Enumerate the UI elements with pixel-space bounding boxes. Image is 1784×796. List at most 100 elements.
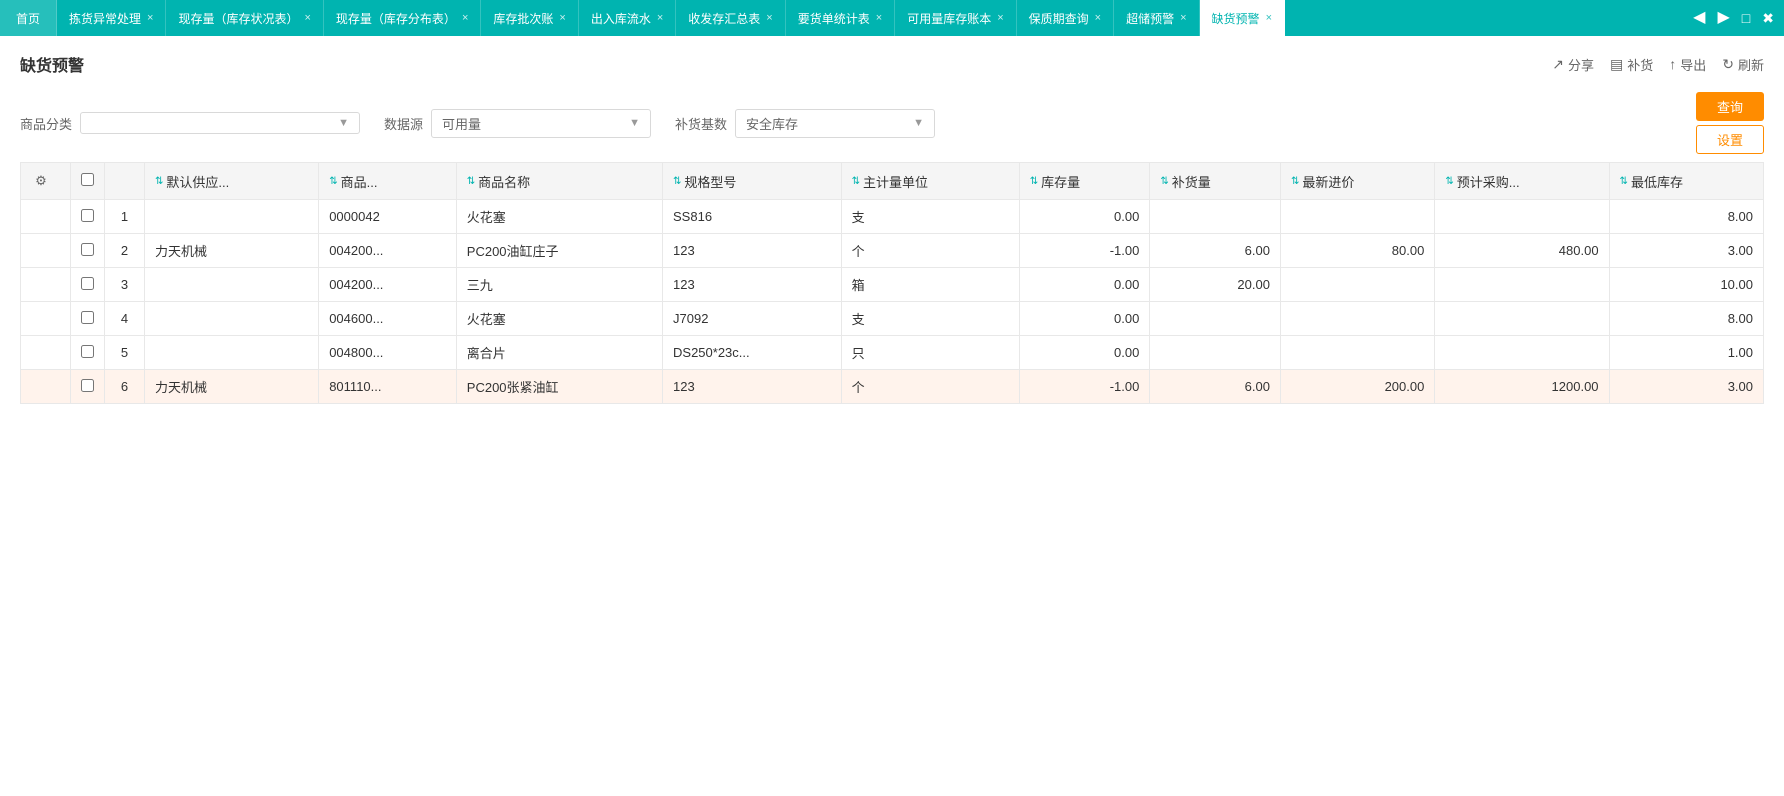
replenish-base-label: 补货基数 — [675, 114, 727, 133]
tab-expiry-query[interactable]: 保质期查询 × — [1017, 0, 1114, 36]
nav-window-btn[interactable]: □ — [1736, 0, 1756, 36]
tab-inventory-status[interactable]: 现存量（库存状况表） × — [166, 0, 323, 36]
row-code-cell: 004600... — [319, 302, 457, 336]
row-minstock-cell: 8.00 — [1609, 200, 1763, 234]
close-tab-expiry-query[interactable]: × — [1095, 12, 1101, 24]
row-spec-cell: 123 — [663, 268, 842, 302]
row-unit-cell: 个 — [841, 234, 1019, 268]
row-num-cell: 5 — [105, 336, 145, 370]
row-spec-cell: 123 — [663, 234, 842, 268]
close-tab-batch-account[interactable]: × — [559, 12, 565, 24]
row-checkbox-cell[interactable] — [71, 234, 105, 268]
close-tab-inout-flow[interactable]: × — [657, 12, 663, 24]
share-action[interactable]: ↗ 分享 — [1552, 55, 1594, 74]
filter-buttons: 查询 设置 — [1696, 92, 1764, 154]
col-supplier-header[interactable]: ⇅ 默认供应... — [145, 163, 319, 200]
row-checkbox-cell[interactable] — [71, 336, 105, 370]
sort-estpurchase-icon: ⇅ — [1445, 176, 1453, 187]
row-estpurchase-cell: 1200.00 — [1435, 370, 1609, 404]
page-title: 缺货预警 — [20, 52, 1552, 76]
tab-inventory-dist[interactable]: 现存量（库存分布表） × — [324, 0, 481, 36]
row-checkbox-cell[interactable] — [71, 302, 105, 336]
row-price-cell: 80.00 — [1280, 234, 1434, 268]
replenish-action[interactable]: ▤ 补货 — [1610, 55, 1653, 74]
row-gear-cell — [21, 268, 71, 302]
col-stock-header[interactable]: ⇅ 库存量 — [1019, 163, 1150, 200]
data-table: ⚙ ⇅ 默认供应... ⇅ 商品... — [20, 162, 1764, 404]
tab-home[interactable]: 首页 — [0, 0, 57, 36]
refresh-action[interactable]: ↻ 刷新 — [1722, 55, 1764, 74]
tab-shortage[interactable]: 缺货预警 × — [1200, 0, 1285, 36]
col-product-code-header[interactable]: ⇅ 商品... — [319, 163, 457, 200]
close-tab-order-stat[interactable]: × — [876, 12, 882, 24]
tab-batch-account[interactable]: 库存批次账 × — [481, 0, 578, 36]
close-tab-available-ledger[interactable]: × — [997, 12, 1003, 24]
tab-exception[interactable]: 拣货异常处理 × — [57, 0, 166, 36]
tab-order-stat[interactable]: 要货单统计表 × — [786, 0, 895, 36]
header-row: ⚙ ⇅ 默认供应... ⇅ 商品... — [21, 163, 1764, 200]
query-button[interactable]: 查询 — [1696, 92, 1764, 121]
row-replenish-cell — [1150, 200, 1281, 234]
col-spec-header[interactable]: ⇅ 规格型号 — [663, 163, 842, 200]
tab-inout-flow[interactable]: 出入库流水 × — [579, 0, 676, 36]
col-unit-header[interactable]: ⇅ 主计量单位 — [841, 163, 1019, 200]
row-name-cell: PC200张紧油缸 — [456, 370, 662, 404]
close-tab-shortage[interactable]: × — [1266, 12, 1272, 24]
row-checkbox[interactable] — [81, 379, 94, 392]
col-product-name-header[interactable]: ⇅ 商品名称 — [456, 163, 662, 200]
datasource-filter-label: 数据源 — [384, 114, 423, 133]
row-price-cell: 200.00 — [1280, 370, 1434, 404]
row-checkbox[interactable] — [81, 209, 94, 222]
table-settings-icon[interactable]: ⚙ — [31, 171, 51, 191]
row-checkbox[interactable] — [81, 243, 94, 256]
col-replenish-header[interactable]: ⇅ 补货量 — [1150, 163, 1281, 200]
table-row: 2 力天机械 004200... PC200油缸庄子 123 个 -1.00 6… — [21, 234, 1764, 268]
row-stock-cell: -1.00 — [1019, 234, 1150, 268]
row-checkbox[interactable] — [81, 345, 94, 358]
row-price-cell — [1280, 336, 1434, 370]
row-checkbox[interactable] — [81, 311, 94, 324]
settings-button[interactable]: 设置 — [1696, 125, 1764, 154]
col-checkbox-header — [71, 163, 105, 200]
row-replenish-cell: 6.00 — [1150, 234, 1281, 268]
sort-stock-icon: ⇅ — [1030, 176, 1038, 187]
row-name-cell: 火花塞 — [456, 302, 662, 336]
nav-controls: ◀ ▶ □ ✖ — [1687, 0, 1784, 36]
close-tab-inventory-dist[interactable]: × — [462, 12, 468, 24]
row-unit-cell: 支 — [841, 302, 1019, 336]
tab-available-ledger[interactable]: 可用量库存账本 × — [895, 0, 1016, 36]
header-actions: ↗ 分享 ▤ 补货 ↑ 导出 ↻ 刷新 — [1552, 55, 1764, 74]
close-tab-inventory-status[interactable]: × — [304, 12, 310, 24]
close-tab-exception[interactable]: × — [147, 12, 153, 24]
table-header: ⚙ ⇅ 默认供应... ⇅ 商品... — [21, 163, 1764, 200]
row-minstock-cell: 10.00 — [1609, 268, 1763, 302]
category-select[interactable]: ▼ — [80, 112, 360, 134]
col-latest-price-header[interactable]: ⇅ 最新进价 — [1280, 163, 1434, 200]
col-min-stock-header[interactable]: ⇅ 最低库存 — [1609, 163, 1763, 200]
col-est-purchase-header[interactable]: ⇅ 预计采购... — [1435, 163, 1609, 200]
export-action[interactable]: ↑ 导出 — [1669, 55, 1706, 74]
row-num-cell: 2 — [105, 234, 145, 268]
row-checkbox[interactable] — [81, 277, 94, 290]
row-gear-cell — [21, 336, 71, 370]
datasource-select[interactable]: 可用量 ▼ — [431, 109, 651, 138]
tab-overstock[interactable]: 超储预警 × — [1114, 0, 1199, 36]
row-replenish-cell — [1150, 302, 1281, 336]
close-tab-receipt-summary[interactable]: × — [766, 12, 772, 24]
row-checkbox-cell[interactable] — [71, 200, 105, 234]
row-checkbox-cell[interactable] — [71, 268, 105, 302]
row-checkbox-cell[interactable] — [71, 370, 105, 404]
replenish-base-select[interactable]: 安全库存 ▼ — [735, 109, 935, 138]
refresh-icon: ↻ — [1722, 56, 1734, 73]
col-gear: ⚙ — [21, 163, 71, 200]
nav-next-btn[interactable]: ▶ — [1711, 0, 1735, 36]
nav-prev-btn[interactable]: ◀ — [1687, 0, 1711, 36]
tab-receipt-summary[interactable]: 收发存汇总表 × — [676, 0, 785, 36]
row-spec-cell: 123 — [663, 370, 842, 404]
row-supplier-cell: 力天机械 — [145, 234, 319, 268]
row-code-cell: 004800... — [319, 336, 457, 370]
export-label: 导出 — [1680, 55, 1706, 74]
close-tab-overstock[interactable]: × — [1180, 12, 1186, 24]
select-all-checkbox[interactable] — [81, 173, 94, 186]
nav-close-btn[interactable]: ✖ — [1756, 0, 1780, 36]
